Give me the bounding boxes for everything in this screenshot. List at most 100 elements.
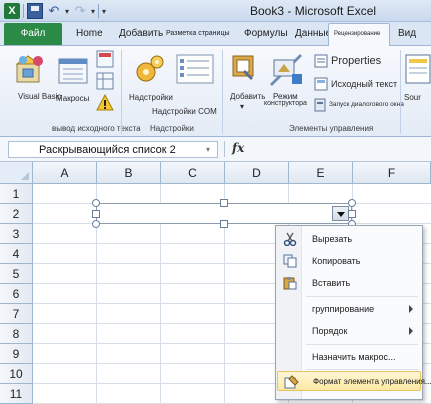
com-addins-label: Надстройки COM [152,107,217,116]
undo-dropdown-icon[interactable]: ▾ [65,7,69,16]
tab-data[interactable]: Данные [295,28,331,39]
row-header-8[interactable]: 8 [0,324,33,344]
visual-basic-label: Visual Basic [18,92,62,101]
menu-item-label: Порядок [312,326,348,336]
resize-handle[interactable] [348,210,356,218]
divider [23,4,24,18]
menu-item-order[interactable]: Порядок [276,321,422,341]
design-mode-label-2: конструктора [264,100,307,107]
window-title: Book3 - Microsoft Excel [250,4,377,18]
ribbon-tabs: Файл Home Добавить Разметка страницы Фор… [0,22,431,47]
save-icon[interactable] [27,3,43,19]
menu-item-copy[interactable]: Копировать [276,251,422,271]
insert-controls-icon[interactable] [229,52,259,87]
column-header-e[interactable]: E [289,162,353,184]
addins-gear-icon[interactable] [134,54,164,87]
dropdown-arrow-icon[interactable] [332,206,349,221]
row-header-6[interactable]: 6 [0,284,33,304]
format-control-icon [284,375,299,389]
tab-page-layout[interactable]: Разметка страницы [166,30,230,37]
divider [222,50,223,134]
tab-file[interactable]: Файл [4,23,62,45]
excel-logo-icon[interactable]: X [4,3,20,19]
macros-label: Макросы [56,94,90,103]
ribbon: Visual Basic Макросы вывод исходного тек… [0,46,431,137]
insert-function-icon[interactable]: fx [232,141,244,155]
column-header-b[interactable]: B [97,162,161,184]
divider [98,4,100,18]
row-header-3[interactable]: 3 [0,224,33,244]
macro-security-icon[interactable] [96,93,114,115]
run-dialog-icon[interactable] [314,98,326,115]
name-box-dropdown-icon[interactable]: ▾ [206,145,210,154]
properties-icon[interactable] [314,54,328,71]
divider [224,141,225,157]
redo-icon[interactable]: ↷ [72,3,88,19]
record-macro-icon[interactable] [96,50,114,71]
row-header-7[interactable]: 7 [0,304,33,324]
controls-group-label: Элементы управления [289,124,374,133]
resize-handle[interactable] [92,210,100,218]
redo-dropdown-icon[interactable]: ▾ [91,7,95,16]
relative-references-icon[interactable] [96,72,114,93]
run-dialog-label[interactable]: Запуск диалогового окна [329,101,404,108]
row-header-5[interactable]: 5 [0,264,33,284]
resize-handle[interactable] [220,220,228,228]
menu-separator [306,344,418,345]
customize-dropdown-icon[interactable]: ▾ [102,7,106,16]
menu-item-paste[interactable]: Вставить [276,273,422,293]
undo-icon[interactable]: ↶ [46,3,62,19]
select-all-button[interactable] [0,162,33,184]
title-bar: X ↶ ▾ ↷ ▾ ▾ Book3 - Microsoft Excel [0,0,431,22]
row-header-11[interactable]: 11 [0,384,33,404]
row-header-10[interactable]: 10 [0,364,33,384]
column-header-a[interactable]: A [33,162,97,184]
column-header-d[interactable]: D [225,162,289,184]
menu-item-label: Вырезать [312,234,353,244]
row-header-1[interactable]: 1 [0,184,33,204]
formula-bar: Раскрывающийся список 2 ▾ fx [0,137,431,162]
properties-label[interactable]: Properties [331,55,381,67]
menu-item-label: Формат элемента управления... [313,377,431,386]
view-code-icon[interactable] [314,77,328,94]
resize-handle[interactable] [92,199,100,207]
menu-item-cut[interactable]: Вырезать [276,229,422,249]
xml-source-icon[interactable] [405,54,431,87]
context-menu: Вырезать Копировать Вставить группирован… [275,225,431,400]
submenu-arrow-icon [409,305,413,313]
menu-item-label: Вставить [312,278,351,288]
tab-insert[interactable]: Добавить [119,28,163,39]
xml-source-label: Sour [404,93,421,102]
name-box-value: Раскрывающийся список 2 [39,144,176,156]
resize-handle[interactable] [92,220,100,228]
tab-view[interactable]: Вид [398,28,416,39]
menu-item-format-control[interactable]: Формат элемента управления... [277,371,431,391]
quick-access-toolbar: X ↶ ▾ ↷ ▾ ▾ [4,2,106,20]
addins-group-label: Надстройки [150,124,194,133]
column-header-c[interactable]: C [161,162,225,184]
code-group-label: вывод исходного текста [52,124,141,133]
column-header-f[interactable]: F [353,162,431,184]
divider [121,50,122,134]
row-header-9[interactable]: 9 [0,344,33,364]
addins-label: Надстройки [129,93,173,102]
insert-dropdown-icon[interactable]: ▾ [240,102,244,111]
tab-home[interactable]: Home [76,28,103,39]
row-header-2[interactable]: 2 [0,204,33,224]
row-header-4[interactable]: 4 [0,244,33,264]
name-box[interactable]: Раскрывающийся список 2 [8,141,218,158]
view-code-label[interactable]: Исходный текст [331,79,397,89]
menu-item-label: группирование [312,304,375,314]
resize-handle[interactable] [220,199,228,207]
menu-separator [306,369,418,370]
tab-developer[interactable]: Рецензирование [328,23,390,47]
tab-formulas[interactable]: Формулы [244,28,288,39]
menu-item-grouping[interactable]: группирование [276,299,422,319]
resize-handle[interactable] [348,199,356,207]
com-addins-icon[interactable] [176,54,214,87]
menu-item-assign-macro[interactable]: Назначить макрос... [276,347,422,367]
copy-icon [282,254,297,268]
design-mode-icon[interactable] [268,52,304,89]
macros-icon[interactable] [58,58,88,87]
visual-basic-icon[interactable] [14,52,46,89]
